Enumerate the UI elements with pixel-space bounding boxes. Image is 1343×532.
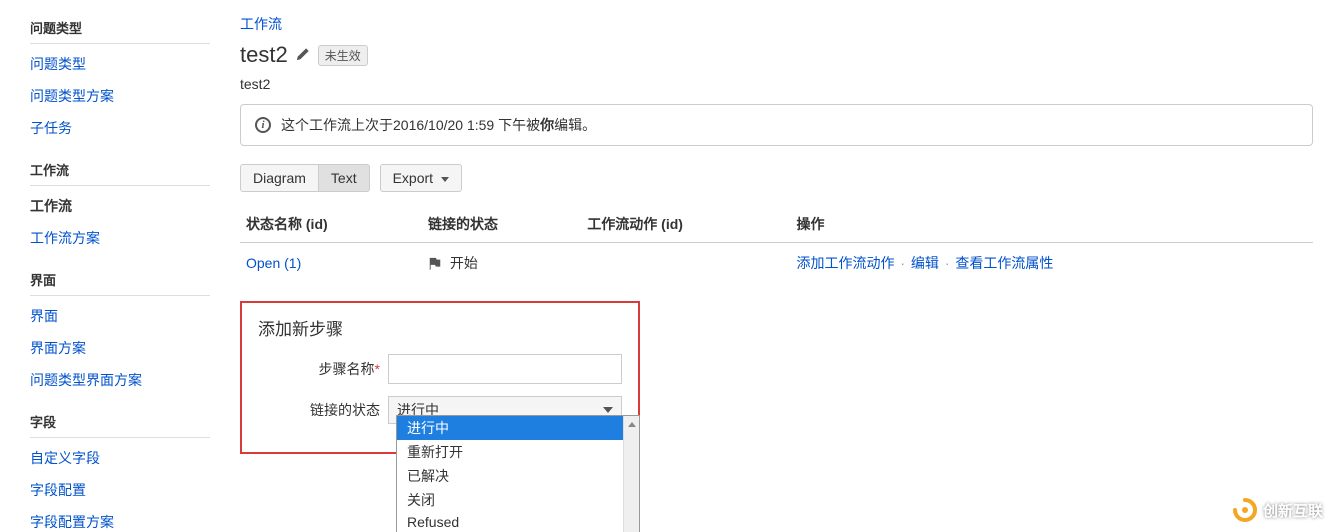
button-row: Diagram Text Export bbox=[240, 164, 1313, 192]
separator: · bbox=[945, 255, 950, 271]
sidebar-item-issue-type-screen-schemes[interactable]: 问题类型界面方案 bbox=[30, 364, 210, 396]
page-title: test2 bbox=[240, 42, 288, 68]
linked-status-label: 链接的状态 bbox=[258, 400, 388, 420]
form-title: 添加新步骤 bbox=[258, 315, 622, 340]
sidebar-section-fields: 字段 自定义字段 字段配置 字段配置方案 bbox=[30, 404, 210, 532]
sidebar-section-screens: 界面 界面 界面方案 问题类型界面方案 bbox=[30, 262, 210, 396]
sidebar: 问题类型 问题类型 问题类型方案 子任务 工作流 工作流 工作流方案 界面 界面… bbox=[0, 0, 210, 532]
th-actions: 工作流动作 (id) bbox=[581, 206, 790, 243]
dropdown-item[interactable]: 进行中 bbox=[397, 416, 639, 440]
sidebar-heading: 字段 bbox=[30, 404, 210, 438]
step-label-text: 步骤名称 bbox=[319, 361, 375, 377]
status-link[interactable]: Open (1) bbox=[246, 255, 301, 271]
scrollbar[interactable] bbox=[623, 416, 639, 532]
step-name-input[interactable] bbox=[388, 354, 622, 384]
diagram-tab[interactable]: Diagram bbox=[240, 164, 319, 192]
table-row: Open (1) 开始 添加工作流动作 · 编辑 bbox=[240, 243, 1313, 284]
status-badge: 未生效 bbox=[318, 45, 368, 66]
add-step-form: 添加新步骤 步骤名称* 链接的状态 进行中 进行中 重新打开 已解决 关闭 Re bbox=[240, 301, 640, 454]
info-bold: 你 bbox=[540, 117, 554, 133]
sidebar-section-workflow: 工作流 工作流 工作流方案 bbox=[30, 152, 210, 254]
cell-actions bbox=[581, 243, 790, 284]
table-header-row: 状态名称 (id) 链接的状态 工作流动作 (id) 操作 bbox=[240, 206, 1313, 243]
linked-status-text: 开始 bbox=[450, 255, 478, 271]
sidebar-item-field-config[interactable]: 字段配置 bbox=[30, 474, 210, 506]
sidebar-item-issue-type-schemes[interactable]: 问题类型方案 bbox=[30, 80, 210, 112]
cell-linked-status: 开始 bbox=[422, 243, 581, 284]
form-row-step-name: 步骤名称* bbox=[258, 354, 622, 384]
required-mark: * bbox=[375, 361, 380, 377]
status-dropdown: 进行中 重新打开 已解决 关闭 Refused Postpone Verifie… bbox=[396, 415, 640, 532]
sidebar-item-workflow-schemes[interactable]: 工作流方案 bbox=[30, 222, 210, 254]
step-name-label: 步骤名称* bbox=[258, 359, 388, 379]
title-row: test2 未生效 bbox=[240, 42, 1313, 68]
th-ops: 操作 bbox=[790, 206, 1313, 243]
export-label: Export bbox=[393, 170, 433, 186]
sidebar-heading: 界面 bbox=[30, 262, 210, 296]
info-box: i 这个工作流上次于2016/10/20 1:59 下午被你编辑。 bbox=[240, 104, 1313, 146]
info-suffix: 编辑。 bbox=[554, 117, 596, 133]
view-props-link[interactable]: 查看工作流属性 bbox=[955, 255, 1053, 271]
sidebar-heading: 问题类型 bbox=[30, 10, 210, 44]
dropdown-item[interactable]: 已解决 bbox=[397, 464, 639, 488]
scroll-up-button[interactable] bbox=[624, 416, 639, 432]
edit-icon[interactable] bbox=[296, 47, 310, 64]
view-toggle-group: Diagram Text bbox=[240, 164, 370, 192]
cell-status-name: Open (1) bbox=[240, 243, 422, 284]
logo-text: 创新互联 bbox=[1263, 500, 1323, 521]
breadcrumb[interactable]: 工作流 bbox=[240, 10, 1313, 38]
subtitle: test2 bbox=[240, 76, 1313, 92]
dropdown-item[interactable]: 重新打开 bbox=[397, 440, 639, 464]
chevron-down-icon bbox=[441, 177, 449, 182]
cell-ops: 添加工作流动作 · 编辑 · 查看工作流属性 bbox=[790, 243, 1313, 284]
status-id-text: (1) bbox=[284, 255, 301, 271]
separator: · bbox=[900, 255, 905, 271]
sidebar-item-screen-schemes[interactable]: 界面方案 bbox=[30, 332, 210, 364]
sidebar-heading: 工作流 bbox=[30, 152, 210, 186]
sidebar-item-screens[interactable]: 界面 bbox=[30, 300, 210, 332]
chevron-up-icon bbox=[628, 422, 636, 427]
chevron-down-icon bbox=[603, 407, 613, 413]
sidebar-item-workflow[interactable]: 工作流 bbox=[30, 190, 210, 222]
brand-logo: 创新互联 bbox=[1233, 498, 1323, 522]
dropdown-item[interactable]: Refused bbox=[397, 512, 639, 532]
text-tab[interactable]: Text bbox=[319, 164, 370, 192]
info-icon: i bbox=[255, 117, 271, 133]
logo-icon bbox=[1233, 498, 1257, 522]
info-text: 这个工作流上次于2016/10/20 1:59 下午被你编辑。 bbox=[281, 115, 596, 135]
info-prefix: 这个工作流上次于2016/10/20 1:59 下午被 bbox=[281, 117, 540, 133]
sidebar-item-custom-fields[interactable]: 自定义字段 bbox=[30, 442, 210, 474]
main-content: 工作流 test2 未生效 test2 i 这个工作流上次于2016/10/20… bbox=[210, 0, 1343, 532]
sidebar-item-issue-types[interactable]: 问题类型 bbox=[30, 48, 210, 80]
export-button[interactable]: Export bbox=[380, 164, 462, 192]
sidebar-item-subtasks[interactable]: 子任务 bbox=[30, 112, 210, 144]
workflow-table: 状态名称 (id) 链接的状态 工作流动作 (id) 操作 Open (1) bbox=[240, 206, 1313, 283]
add-action-link[interactable]: 添加工作流动作 bbox=[796, 255, 894, 271]
dropdown-item[interactable]: 关闭 bbox=[397, 488, 639, 512]
sidebar-item-field-config-schemes[interactable]: 字段配置方案 bbox=[30, 506, 210, 532]
flag-icon bbox=[428, 257, 442, 271]
status-name-text: Open bbox=[246, 255, 280, 271]
edit-link[interactable]: 编辑 bbox=[911, 255, 939, 271]
sidebar-section-issue-types: 问题类型 问题类型 问题类型方案 子任务 bbox=[30, 10, 210, 144]
th-status-name: 状态名称 (id) bbox=[240, 206, 422, 243]
th-linked-status: 链接的状态 bbox=[422, 206, 581, 243]
